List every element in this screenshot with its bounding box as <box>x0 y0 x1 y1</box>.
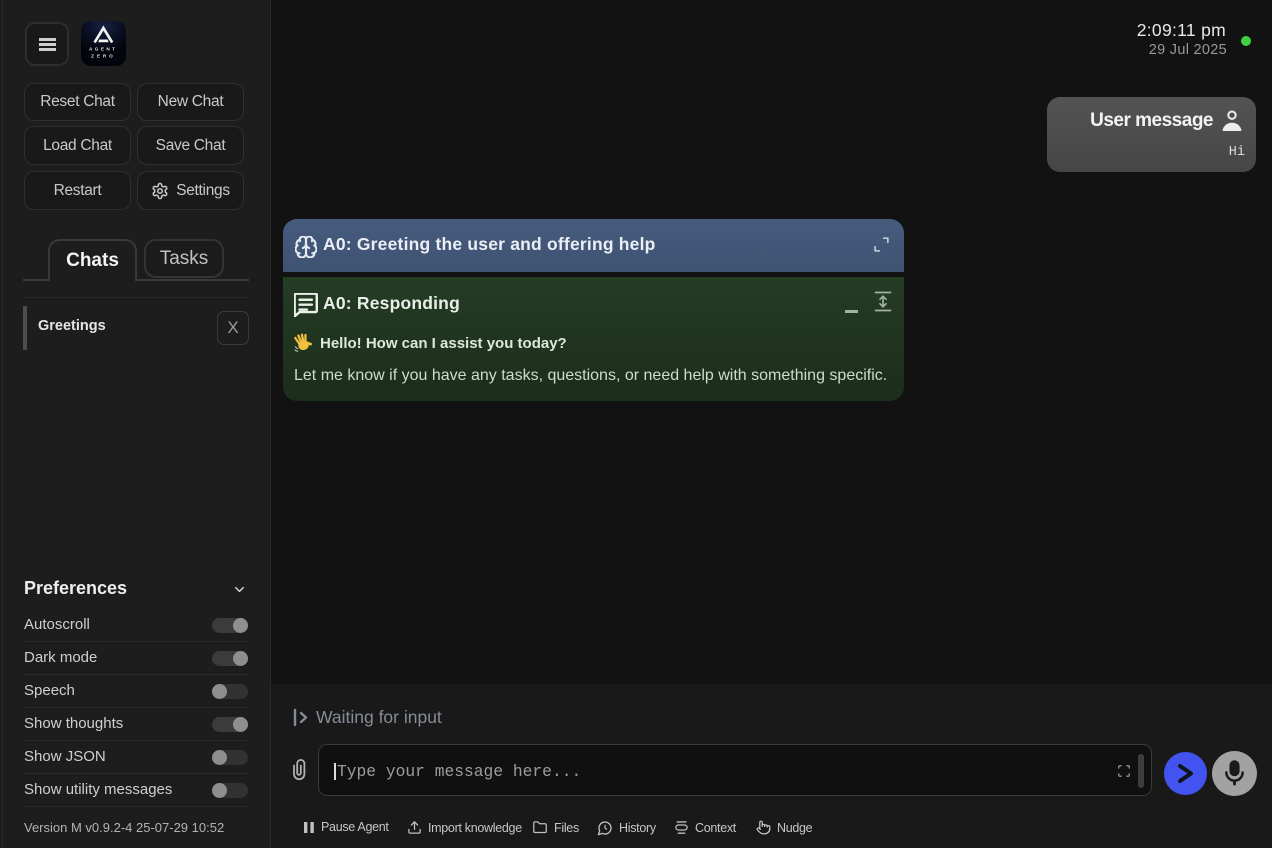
svg-text:AGENT: AGENT <box>89 47 117 52</box>
svg-text:ZERO: ZERO <box>91 53 116 58</box>
